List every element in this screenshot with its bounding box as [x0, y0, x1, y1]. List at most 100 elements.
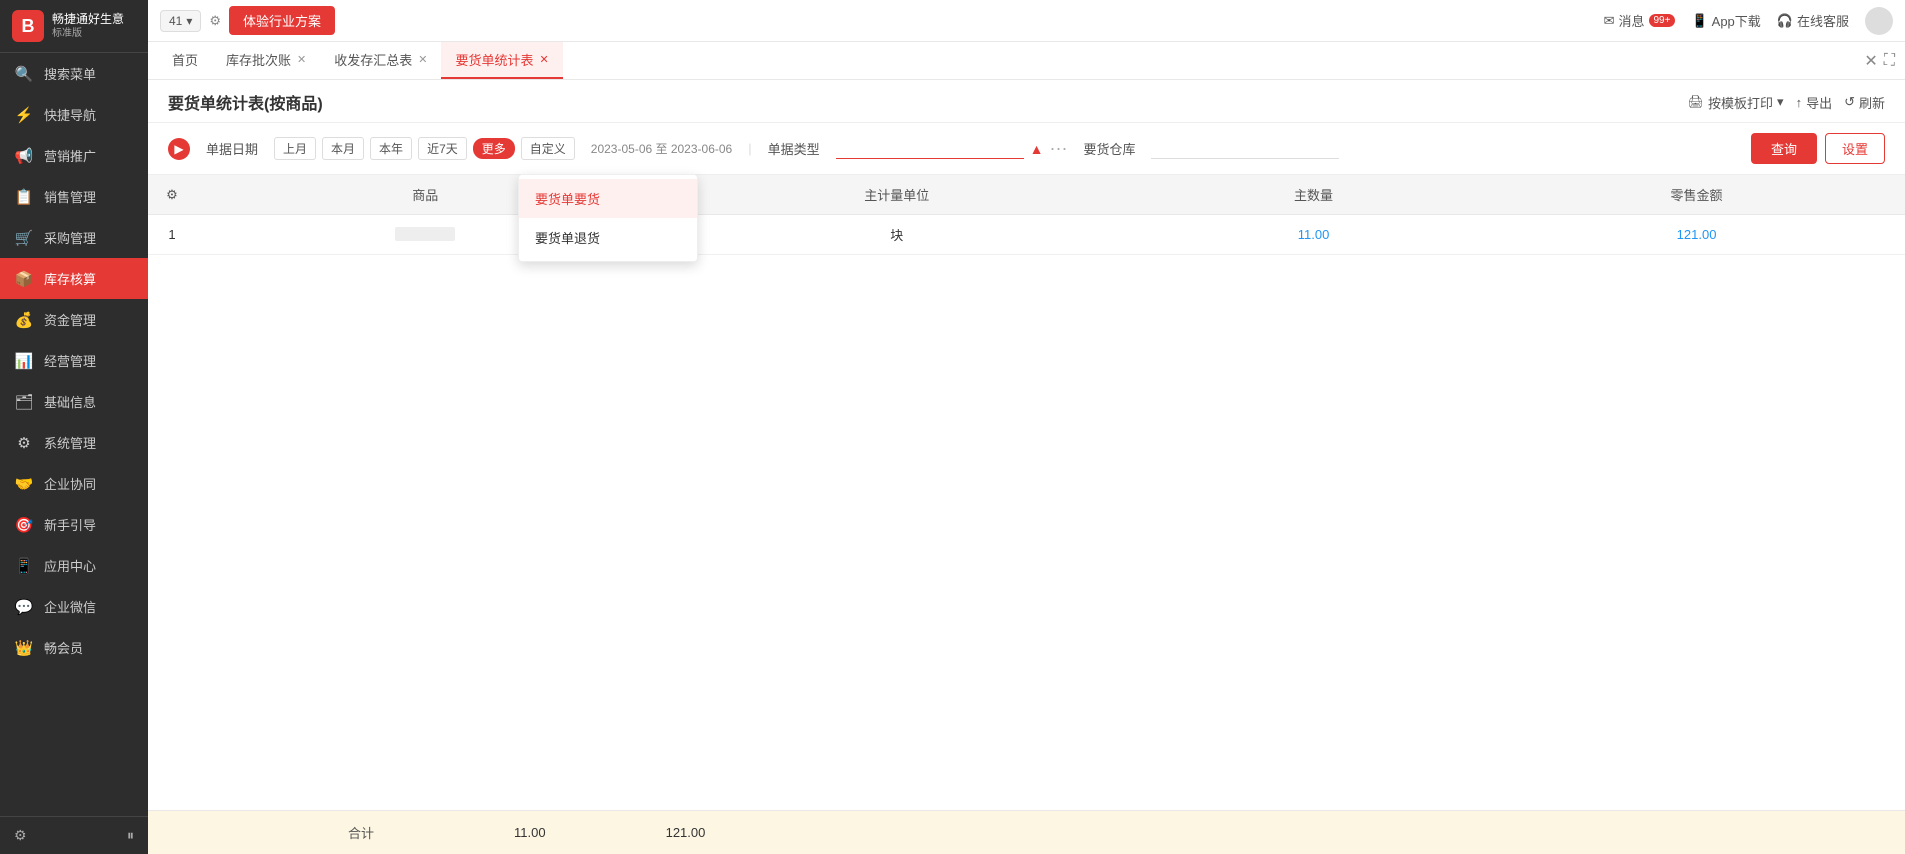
dropdown-option-return[interactable]: 要货单退货	[519, 218, 697, 257]
refresh-btn[interactable]: ↺ 刷新	[1844, 93, 1885, 112]
guide-icon: 🎯	[14, 516, 34, 534]
tab-label-home: 首页	[172, 50, 198, 69]
sidebar-label-finance: 资金管理	[44, 310, 96, 329]
sidebar-item-basic[interactable]: 🗂基础信息	[0, 381, 148, 422]
sidebar-item-purchase[interactable]: 🛒采购管理	[0, 217, 148, 258]
sidebar-label-sales: 销售管理	[44, 187, 96, 206]
tab-controls: ✕ ⛶	[1864, 51, 1895, 71]
message-icon: ✉	[1604, 13, 1615, 29]
app-download-item[interactable]: 📱 App下载	[1691, 11, 1760, 30]
tab-home[interactable]: 首页	[158, 42, 212, 79]
tab-label-request-summary: 要货单统计表	[455, 50, 533, 69]
inventory-icon: 📦	[14, 270, 34, 288]
messages-badge: 99+	[1649, 14, 1676, 27]
sidebar-item-operation[interactable]: 📊 经营管理	[0, 340, 148, 381]
settings-btn[interactable]: 设置	[1825, 133, 1885, 164]
row-0-qty: 11.00	[1139, 215, 1488, 255]
doc-type-input[interactable]	[836, 139, 1024, 159]
tab-close-batch-account[interactable]: ✕	[297, 53, 306, 66]
last-7-days-btn[interactable]: 近7天	[418, 137, 467, 160]
tab-request-summary[interactable]: 要货单统计表 ✕	[441, 42, 562, 79]
settings-icon[interactable]: ⚙	[14, 827, 27, 844]
last-month-btn[interactable]: 上月	[274, 137, 316, 160]
messages-item[interactable]: ✉ 消息 99+	[1604, 11, 1676, 30]
page-header: 要货单统计表(按商品) 🖨 按模板打印 ▾ ↑ 导出 ↺ 刷新	[148, 80, 1905, 123]
sidebar-item-marketing[interactable]: 📢营销推广	[0, 135, 148, 176]
warehouse-label: 要货仓库	[1083, 139, 1135, 158]
sidebar-item-quick-nav[interactable]: ⚡ 快捷导航	[0, 94, 148, 135]
export-btn[interactable]: ↑ 导出	[1796, 93, 1833, 112]
sidebar-label-enterprise: 企业协同	[44, 474, 96, 493]
search-icon: 🔍	[14, 65, 34, 83]
doc-type-more-icon[interactable]: ···	[1049, 138, 1067, 159]
tab-batch-account[interactable]: 库存批次账 ✕	[212, 42, 320, 79]
warehouse-input[interactable]	[1151, 139, 1339, 159]
divider1: |	[748, 141, 751, 156]
topbar-right: ✉ 消息 99+ 📱 App下载 🎧 在线客服	[1604, 7, 1893, 35]
main-area: 41 ▾ ⚙ 体验行业方案 ✉ 消息 99+ 📱 App下载 🎧 在线客服	[148, 0, 1905, 854]
sidebar-item-sales[interactable]: 📋 销售管理	[0, 176, 148, 217]
sidebar-item-member[interactable]: 👑畅会员	[0, 627, 148, 668]
more-dates-btn[interactable]: 更多	[473, 138, 515, 159]
user-avatar[interactable]	[1865, 7, 1893, 35]
table-wrapper: ⚙商品主计量单位主数量零售金额 1 块11.00121.00	[148, 175, 1905, 810]
query-btn[interactable]: 查询	[1751, 133, 1817, 164]
sidebar-item-app-center[interactable]: 📱应用中心	[0, 545, 148, 586]
export-label: 导出	[1806, 93, 1832, 112]
tab-receive-summary[interactable]: 收发存汇总表✕	[320, 42, 441, 79]
sidebar-label-system: 系统管理	[44, 433, 96, 452]
sidebar-item-finance[interactable]: 💰资金管理	[0, 299, 148, 340]
sidebar-item-inventory[interactable]: 📦 库存核算	[0, 258, 148, 299]
sidebar-label-quick-nav: 快捷导航	[44, 105, 96, 124]
sidebar-label-operation: 经营管理	[44, 351, 96, 370]
wechat-icon: 💬	[14, 598, 34, 616]
doc-type-label: 单据类型	[768, 139, 820, 158]
industry-btn[interactable]: 体验行业方案	[229, 6, 335, 35]
tabs-bar: 首页库存批次账✕收发存汇总表✕要货单统计表✕ ✕ ⛶	[148, 42, 1905, 80]
export-icon: ↑	[1796, 95, 1803, 110]
footer-total-label: 合计	[348, 823, 374, 842]
sidebar-label-inventory: 库存核算	[44, 269, 96, 288]
refresh-icon: ↺	[1844, 94, 1855, 110]
page-title: 要货单统计表(按商品)	[168, 90, 323, 114]
print-chevron-icon: ▾	[1777, 94, 1784, 110]
this-year-btn[interactable]: 本年	[370, 137, 412, 160]
sidebar-label-member: 畅会员	[44, 638, 83, 657]
logo-icon: B	[12, 10, 44, 42]
custom-date-btn[interactable]: 自定义	[521, 137, 575, 160]
sidebar-item-search[interactable]: 🔍搜索菜单	[0, 53, 148, 94]
doc-type-chevron-icon[interactable]: ▲	[1030, 141, 1044, 157]
settings-gear-icon[interactable]: ⚙	[209, 13, 221, 29]
page-content: 要货单统计表(按商品) 🖨 按模板打印 ▾ ↑ 导出 ↺ 刷新 ▶	[148, 80, 1905, 854]
operation-icon: 📊	[14, 352, 34, 370]
collapse-icon[interactable]: ⏸	[127, 827, 134, 844]
logo-text: 畅捷通好生意 标准版	[52, 12, 124, 41]
date-label: 单据日期	[206, 139, 258, 158]
table-footer: 合计 11.00 121.00	[148, 810, 1905, 854]
sidebar-item-wechat[interactable]: 💬企业微信	[0, 586, 148, 627]
this-month-btn[interactable]: 本月	[322, 137, 364, 160]
tab-close-receive-summary[interactable]: ✕	[418, 53, 427, 66]
col-header-0[interactable]: ⚙	[148, 175, 196, 215]
dropdown-option-order[interactable]: 要货单要货	[519, 179, 697, 218]
sidebar: B 畅捷通好生意 标准版 🔍搜索菜单 ⚡ 快捷导航 📢营销推广 📋 销售管理 🛒采购管理 📦 库…	[0, 0, 148, 854]
close-all-icon[interactable]: ✕	[1864, 51, 1877, 71]
store-selector[interactable]: 41 ▾	[160, 10, 201, 32]
quick-nav-icon: ⚡	[14, 106, 34, 124]
expand-filter-btn[interactable]: ▶	[168, 138, 190, 160]
sidebar-item-system[interactable]: ⚙系统管理	[0, 422, 148, 463]
filter-bar: ▶ 单据日期 上月 本月 本年 近7天 更多 自定义 2023-05-06 至 …	[148, 123, 1905, 175]
tab-close-request-summary[interactable]: ✕	[540, 53, 549, 66]
sidebar-item-enterprise[interactable]: 🤝 企业协同	[0, 463, 148, 504]
basic-icon: 🗂	[14, 393, 34, 411]
print-btn[interactable]: 🖨 按模板打印 ▾	[1688, 93, 1784, 112]
expand-icon[interactable]: ⛶	[1884, 52, 1895, 70]
refresh-label: 刷新	[1859, 93, 1885, 112]
date-group: 上月 本月 本年 近7天 更多 自定义	[274, 137, 575, 160]
enterprise-icon: 🤝	[14, 475, 34, 493]
sidebar-item-guide[interactable]: 🎯新手引导	[0, 504, 148, 545]
tab-label-batch-account: 库存批次账	[226, 50, 291, 69]
service-item[interactable]: 🎧 在线客服	[1777, 11, 1849, 30]
sales-icon: 📋	[14, 188, 34, 206]
row-0-seq: 1	[148, 215, 196, 255]
